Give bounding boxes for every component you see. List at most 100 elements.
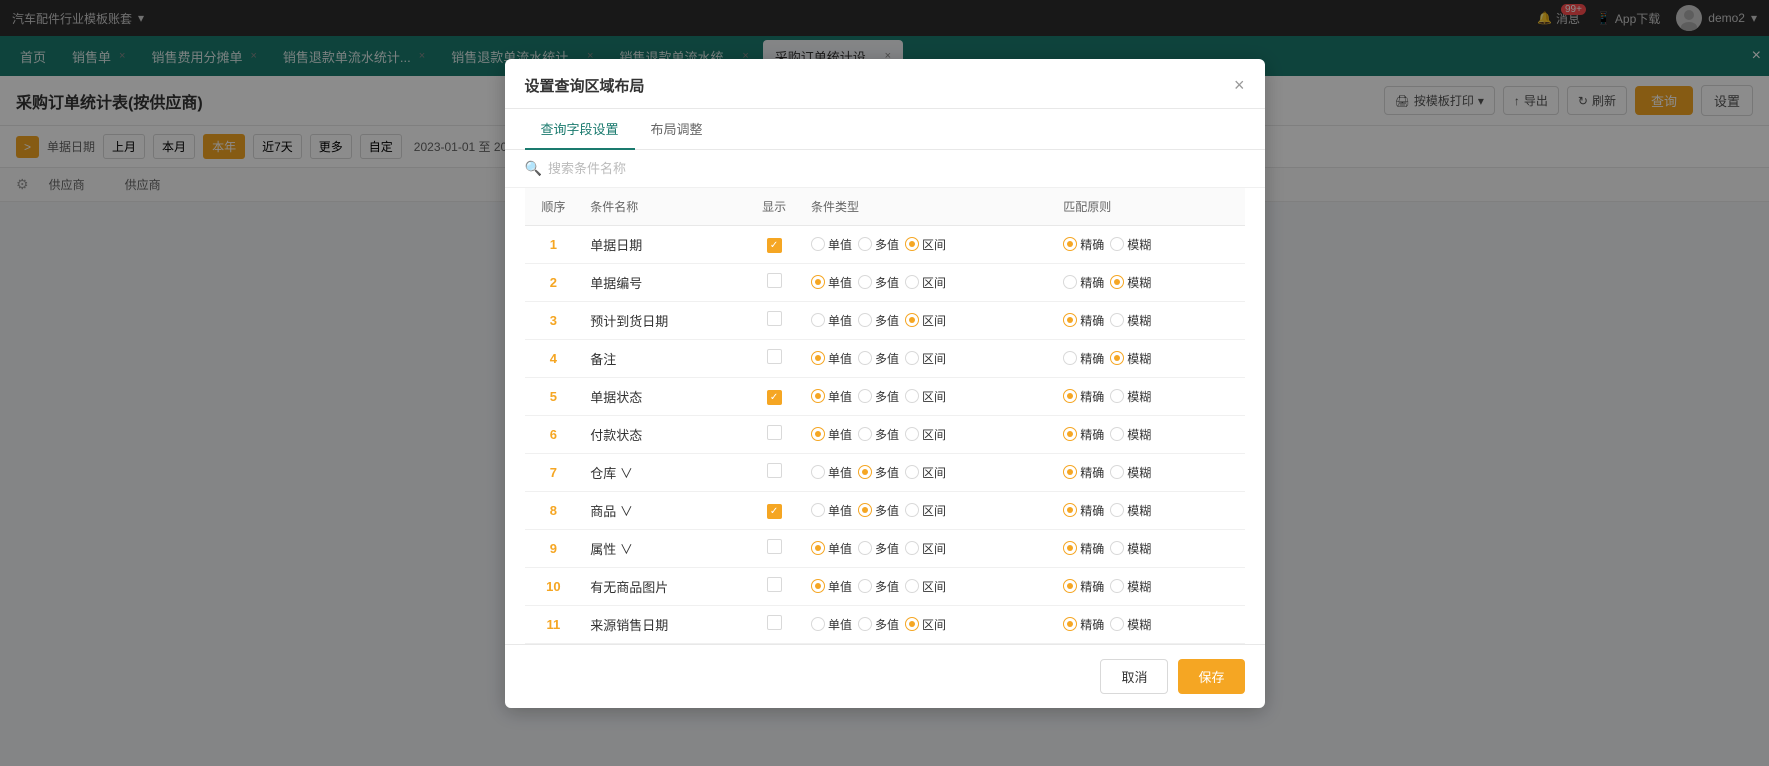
type-single-option[interactable]: 单值 — [811, 274, 852, 291]
row-show[interactable] — [745, 225, 803, 263]
type-multi-option[interactable]: 多值 — [858, 312, 899, 329]
show-checkbox[interactable] — [767, 425, 782, 440]
type-multi-option[interactable]: 多值 — [858, 350, 899, 367]
type-range-option[interactable]: 区间 — [905, 274, 946, 291]
match-fuzzy-option[interactable]: 模糊 — [1110, 616, 1151, 633]
match-exact-radio[interactable] — [1063, 617, 1077, 631]
type-single-option[interactable]: 单值 — [811, 502, 852, 519]
match-fuzzy-radio[interactable] — [1110, 465, 1124, 479]
type-range-option[interactable]: 区间 — [905, 426, 946, 443]
search-input[interactable] — [548, 161, 1245, 176]
type-multi-radio[interactable] — [858, 389, 872, 403]
match-exact-option[interactable]: 精确 — [1063, 312, 1104, 329]
type-range-option[interactable]: 区间 — [905, 616, 946, 633]
type-multi-option[interactable]: 多值 — [858, 616, 899, 633]
type-range-option[interactable]: 区间 — [905, 388, 946, 405]
row-show[interactable] — [745, 491, 803, 529]
type-multi-radio[interactable] — [858, 427, 872, 441]
match-exact-option[interactable]: 精确 — [1063, 616, 1104, 633]
match-exact-option[interactable]: 精确 — [1063, 578, 1104, 595]
type-range-option[interactable]: 区间 — [905, 312, 946, 329]
type-range-radio[interactable] — [905, 503, 919, 517]
type-multi-radio[interactable] — [858, 313, 872, 327]
match-fuzzy-radio[interactable] — [1110, 237, 1124, 251]
match-exact-radio[interactable] — [1063, 313, 1077, 327]
type-multi-option[interactable]: 多值 — [858, 464, 899, 481]
type-multi-radio[interactable] — [858, 237, 872, 251]
type-range-radio[interactable] — [905, 237, 919, 251]
type-single-radio[interactable] — [811, 579, 825, 593]
match-fuzzy-radio[interactable] — [1110, 541, 1124, 555]
show-checkbox[interactable] — [767, 238, 782, 253]
match-exact-radio[interactable] — [1063, 465, 1077, 479]
type-multi-radio[interactable] — [858, 351, 872, 365]
type-single-option[interactable]: 单值 — [811, 464, 852, 481]
row-show[interactable] — [745, 415, 803, 453]
match-fuzzy-option[interactable]: 模糊 — [1110, 426, 1151, 443]
type-multi-option[interactable]: 多值 — [858, 502, 899, 519]
save-button[interactable]: 保存 — [1178, 659, 1244, 694]
match-exact-option[interactable]: 精确 — [1063, 426, 1104, 443]
match-exact-radio[interactable] — [1063, 351, 1077, 365]
type-multi-radio[interactable] — [858, 503, 872, 517]
type-multi-option[interactable]: 多值 — [858, 388, 899, 405]
match-fuzzy-option[interactable]: 模糊 — [1110, 388, 1151, 405]
row-show[interactable] — [745, 453, 803, 491]
match-fuzzy-radio[interactable] — [1110, 351, 1124, 365]
modal-close-button[interactable]: × — [1234, 76, 1245, 94]
type-multi-radio[interactable] — [858, 617, 872, 631]
match-exact-radio[interactable] — [1063, 503, 1077, 517]
match-fuzzy-option[interactable]: 模糊 — [1110, 312, 1151, 329]
type-multi-radio[interactable] — [858, 465, 872, 479]
match-exact-option[interactable]: 精确 — [1063, 464, 1104, 481]
type-single-radio[interactable] — [811, 465, 825, 479]
type-single-option[interactable]: 单值 — [811, 236, 852, 253]
match-fuzzy-option[interactable]: 模糊 — [1110, 350, 1151, 367]
type-range-option[interactable]: 区间 — [905, 464, 946, 481]
match-fuzzy-option[interactable]: 模糊 — [1110, 236, 1151, 253]
row-show[interactable] — [745, 567, 803, 605]
match-exact-radio[interactable] — [1063, 427, 1077, 441]
cancel-button[interactable]: 取消 — [1100, 659, 1168, 694]
tab-query-fields[interactable]: 查询字段设置 — [525, 109, 635, 150]
type-range-option[interactable]: 区间 — [905, 350, 946, 367]
type-single-radio[interactable] — [811, 541, 825, 555]
type-range-radio[interactable] — [905, 313, 919, 327]
show-checkbox[interactable] — [767, 349, 782, 364]
type-single-radio[interactable] — [811, 237, 825, 251]
match-fuzzy-radio[interactable] — [1110, 503, 1124, 517]
match-fuzzy-radio[interactable] — [1110, 275, 1124, 289]
type-single-option[interactable]: 单值 — [811, 426, 852, 443]
type-multi-radio[interactable] — [858, 275, 872, 289]
row-show[interactable] — [745, 339, 803, 377]
type-multi-radio[interactable] — [858, 579, 872, 593]
type-multi-option[interactable]: 多值 — [858, 426, 899, 443]
type-single-option[interactable]: 单值 — [811, 616, 852, 633]
type-single-option[interactable]: 单值 — [811, 578, 852, 595]
type-single-radio[interactable] — [811, 503, 825, 517]
type-single-radio[interactable] — [811, 427, 825, 441]
match-fuzzy-radio[interactable] — [1110, 617, 1124, 631]
type-range-radio[interactable] — [905, 541, 919, 555]
match-exact-radio[interactable] — [1063, 275, 1077, 289]
match-fuzzy-radio[interactable] — [1110, 427, 1124, 441]
type-multi-option[interactable]: 多值 — [858, 578, 899, 595]
type-single-radio[interactable] — [811, 617, 825, 631]
match-fuzzy-radio[interactable] — [1110, 389, 1124, 403]
type-multi-option[interactable]: 多值 — [858, 540, 899, 557]
show-checkbox[interactable] — [767, 615, 782, 630]
match-exact-option[interactable]: 精确 — [1063, 350, 1104, 367]
type-multi-option[interactable]: 多值 — [858, 274, 899, 291]
tab-layout[interactable]: 布局调整 — [635, 109, 719, 150]
type-range-option[interactable]: 区间 — [905, 236, 946, 253]
modal-overlay[interactable]: 设置查询区域布局 × 查询字段设置 布局调整 🔍 顺序 条件名称 — [0, 0, 1769, 766]
type-single-option[interactable]: 单值 — [811, 540, 852, 557]
show-checkbox[interactable] — [767, 311, 782, 326]
match-fuzzy-option[interactable]: 模糊 — [1110, 502, 1151, 519]
match-exact-radio[interactable] — [1063, 389, 1077, 403]
show-checkbox[interactable] — [767, 463, 782, 478]
type-range-radio[interactable] — [905, 389, 919, 403]
match-exact-option[interactable]: 精确 — [1063, 274, 1104, 291]
match-fuzzy-option[interactable]: 模糊 — [1110, 540, 1151, 557]
match-exact-option[interactable]: 精确 — [1063, 502, 1104, 519]
